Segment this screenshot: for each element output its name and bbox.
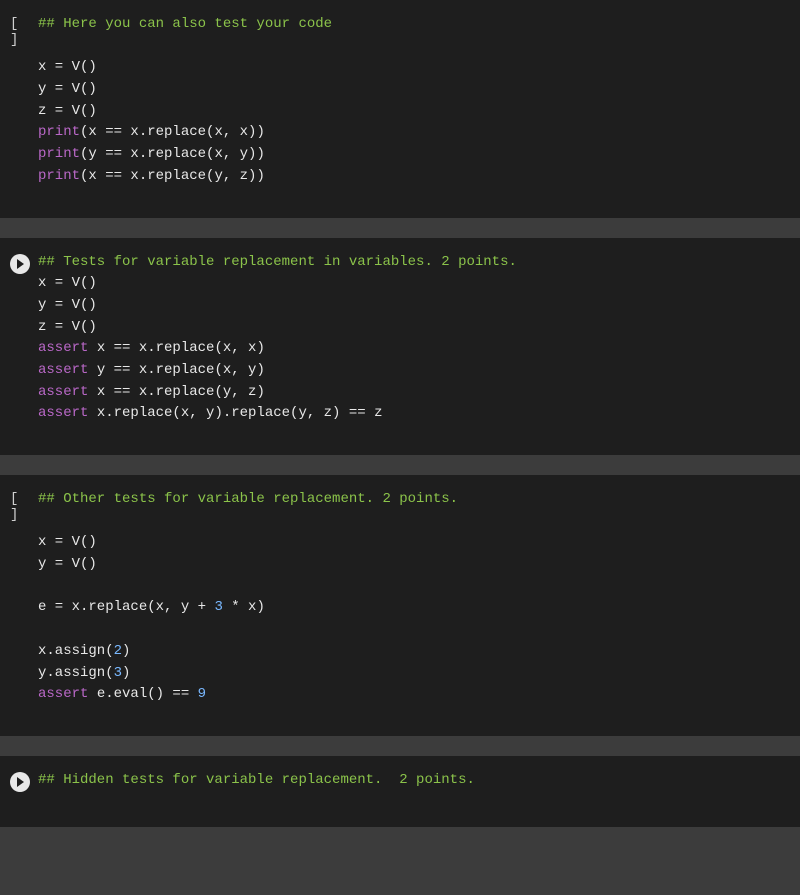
- code-comment: ## Other tests for variable replacement.…: [38, 491, 458, 507]
- code-keyword: print: [38, 146, 80, 162]
- code-block[interactable]: ## Here you can also test your code x = …: [38, 14, 790, 188]
- code-number: 2: [114, 643, 122, 659]
- code-keyword: print: [38, 168, 80, 184]
- cell-gutter[interactable]: [ ]: [10, 14, 38, 48]
- execution-bracket[interactable]: [ ]: [10, 16, 38, 48]
- code-text: y == x.replace(x, y): [88, 362, 264, 378]
- code-keyword: assert: [38, 384, 88, 400]
- code-number: 3: [214, 599, 222, 615]
- code-keyword: assert: [38, 405, 88, 421]
- play-icon[interactable]: [10, 254, 30, 274]
- code-text: x == x.replace(x, x): [88, 340, 264, 356]
- code-number: 3: [114, 665, 122, 681]
- code-comment: ## Hidden tests for variable replacement…: [38, 772, 475, 788]
- notebook-cell: ## Tests for variable replacement in var…: [0, 238, 800, 456]
- cell-gutter[interactable]: [10, 252, 38, 279]
- notebook-cell: [ ]## Other tests for variable replaceme…: [0, 475, 800, 736]
- code-text: x = V() y = V() z = V(): [38, 275, 97, 334]
- code-text: ): [122, 665, 130, 681]
- code-number: 9: [198, 686, 206, 702]
- code-block[interactable]: ## Tests for variable replacement in var…: [38, 252, 790, 426]
- cell-gutter[interactable]: [10, 770, 38, 797]
- code-block[interactable]: ## Other tests for variable replacement.…: [38, 489, 790, 706]
- code-text: x.replace(x, y).replace(y, z) == z: [88, 405, 382, 421]
- code-text: e.eval() ==: [88, 686, 197, 702]
- code-text: x = V() y = V() z = V(): [38, 59, 97, 118]
- code-keyword: assert: [38, 362, 88, 378]
- code-keyword: print: [38, 124, 80, 140]
- code-text: (x == x.replace(x, x)): [80, 124, 265, 140]
- execution-bracket[interactable]: [ ]: [10, 491, 38, 523]
- code-comment: ## Tests for variable replacement in var…: [38, 254, 517, 270]
- code-text: (y == x.replace(x, y)): [80, 146, 265, 162]
- play-icon[interactable]: [10, 772, 30, 792]
- code-text: x = V() y = V() e = x.replace(x, y +: [38, 534, 214, 615]
- code-block[interactable]: ## Hidden tests for variable replacement…: [38, 770, 790, 792]
- code-comment: ## Here you can also test your code: [38, 16, 332, 32]
- code-text: (x == x.replace(y, z)): [80, 168, 265, 184]
- code-keyword: assert: [38, 686, 88, 702]
- notebook-cell: [ ]## Here you can also test your code x…: [0, 0, 800, 218]
- code-text: x == x.replace(y, z): [88, 384, 264, 400]
- notebook-cell: ## Hidden tests for variable replacement…: [0, 756, 800, 827]
- code-keyword: assert: [38, 340, 88, 356]
- cell-gutter[interactable]: [ ]: [10, 489, 38, 523]
